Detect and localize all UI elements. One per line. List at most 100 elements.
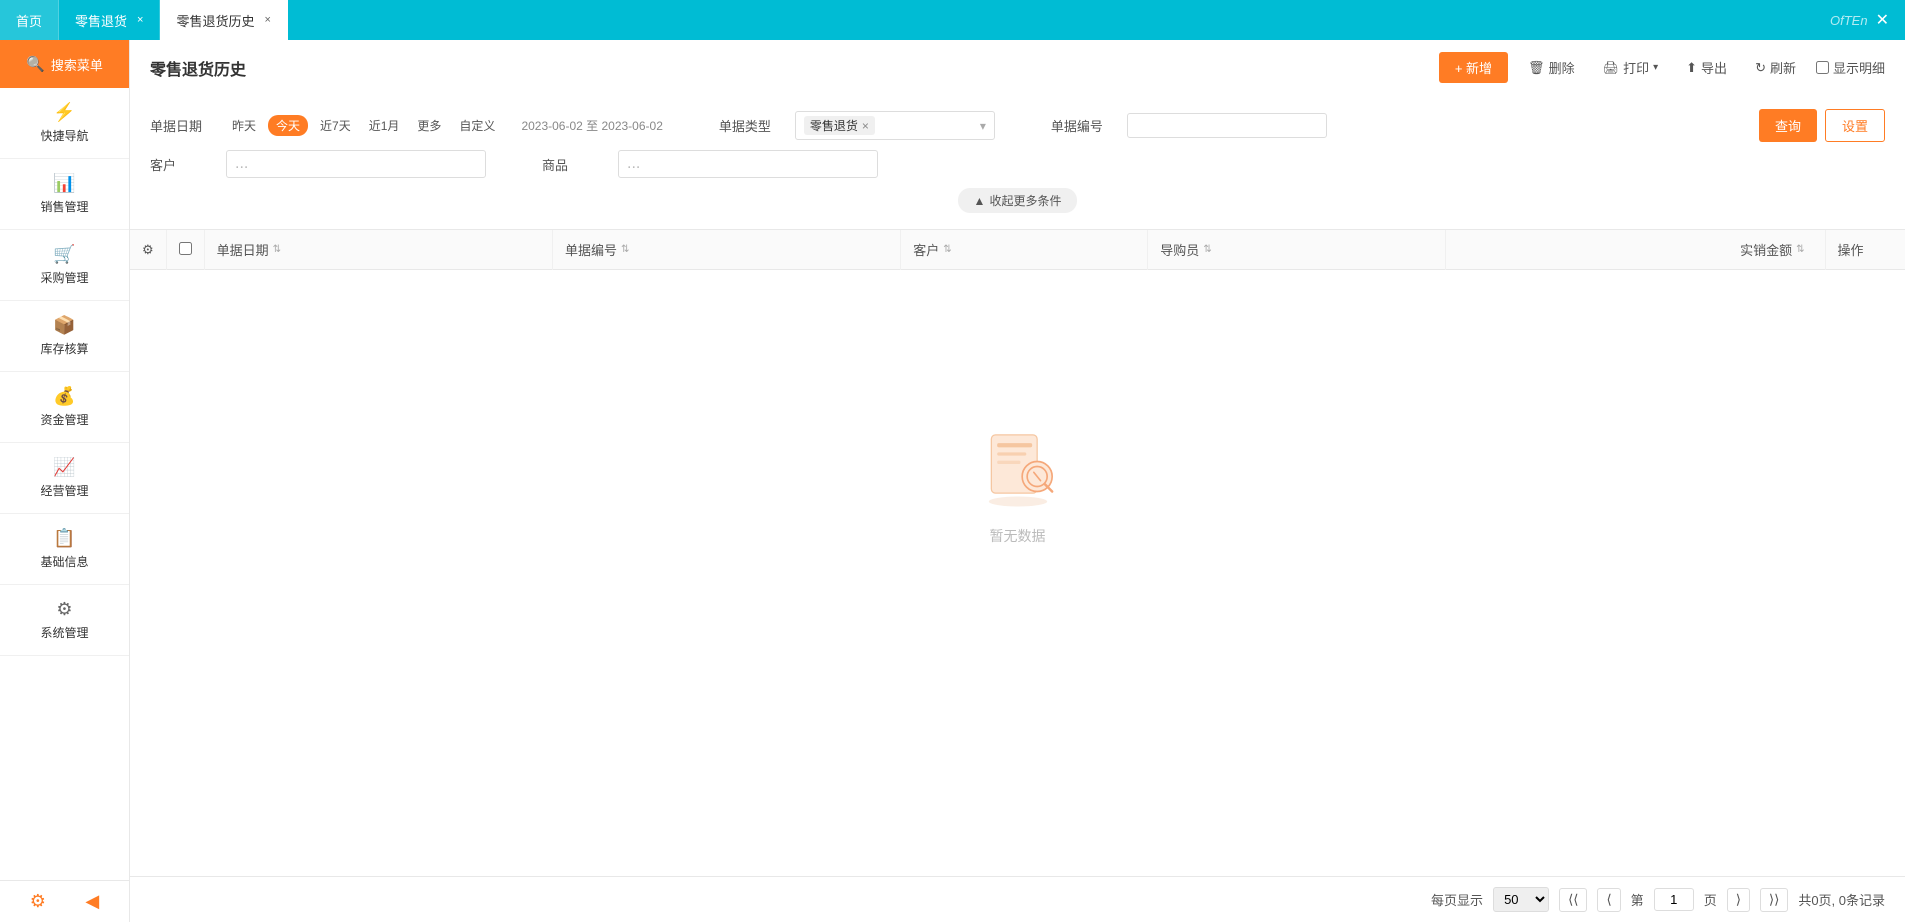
customer-label: 客户 bbox=[150, 155, 210, 174]
tab-retail-return-history[interactable]: 零售退货历史 × bbox=[160, 0, 287, 40]
th-customer: 客户 ⇅ bbox=[901, 230, 1148, 270]
sidebar-bottom: ⚙ ◀ bbox=[0, 880, 129, 922]
inventory-icon: 📦 bbox=[53, 315, 75, 336]
export-icon: ⬆ bbox=[1686, 60, 1697, 76]
delete-button[interactable]: 🗑 删除 bbox=[1520, 54, 1583, 81]
pagination-bar: 每页显示 50 20 100 200 ⟨⟨ ⟨ 第 页 ⟩ ⟩⟩ 共0页, 0条… bbox=[130, 876, 1905, 922]
sidebar-item-sales-mgmt[interactable]: 📊 销售管理 bbox=[0, 159, 129, 230]
tab-retail-return-history-close[interactable]: × bbox=[264, 14, 270, 26]
tab-home-label: 首页 bbox=[16, 11, 42, 30]
sidebar-item-purchase-mgmt-label: 采购管理 bbox=[40, 269, 88, 286]
sidebar-collapse-icon[interactable]: ◀ bbox=[85, 891, 99, 912]
sidebar-settings-icon[interactable]: ⚙ bbox=[30, 891, 46, 912]
refresh-button[interactable]: ↻ 刷新 bbox=[1747, 54, 1804, 81]
basic-info-icon: 📋 bbox=[53, 528, 75, 549]
collapse-button[interactable]: ▲ 收起更多条件 bbox=[958, 188, 1078, 213]
sidebar-search-label: 搜索菜单 bbox=[51, 55, 103, 74]
table-settings-icon[interactable]: ⚙ bbox=[142, 242, 154, 257]
sidebar-item-basic-info-label: 基础信息 bbox=[40, 553, 88, 570]
sidebar-item-system-mgmt[interactable]: ⚙ 系统管理 bbox=[0, 585, 129, 656]
th-date-label: 单据日期 bbox=[217, 240, 269, 259]
th-customer-label: 客户 bbox=[913, 240, 939, 259]
th-guide-label: 导购员 bbox=[1160, 240, 1199, 259]
finance-icon: 💰 bbox=[53, 386, 75, 407]
page-size-select[interactable]: 50 20 100 200 bbox=[1493, 887, 1549, 912]
page-number-input[interactable] bbox=[1654, 888, 1694, 911]
page-first-button[interactable]: ⟨⟨ bbox=[1559, 888, 1587, 912]
goods-select[interactable]: ... bbox=[618, 150, 878, 178]
search-icon: 🔍 bbox=[26, 55, 45, 73]
page-header: 零售退货历史 + 新增 🗑 删除 🖨 打印 ▾ ⬆ 导出 bbox=[130, 40, 1905, 230]
page-prev-button[interactable]: ⟨ bbox=[1597, 888, 1620, 912]
date-range-display: 2023-06-02 至 2023-06-02 bbox=[521, 117, 662, 134]
th-guide-sort-icon[interactable]: ⇅ bbox=[1203, 244, 1211, 255]
sidebar-item-operations[interactable]: 📈 经营管理 bbox=[0, 443, 129, 514]
watermark-text: OfTEn bbox=[1830, 13, 1868, 28]
settings-button[interactable]: 设置 bbox=[1825, 109, 1885, 142]
print-button[interactable]: 🖨 打印 ▾ bbox=[1595, 54, 1667, 81]
operations-icon: 📈 bbox=[53, 457, 75, 478]
doc-num-input[interactable] bbox=[1127, 113, 1327, 138]
page-unit: 页 bbox=[1704, 890, 1717, 909]
th-num: 单据编号 ⇅ bbox=[552, 230, 900, 270]
date-custom[interactable]: 自定义 bbox=[453, 115, 501, 136]
page-last-button[interactable]: ⟩⟩ bbox=[1760, 888, 1788, 912]
sidebar-item-basic-info[interactable]: 📋 基础信息 bbox=[0, 514, 129, 585]
th-num-sort-icon[interactable]: ⇅ bbox=[621, 244, 629, 255]
show-detail-checkbox[interactable] bbox=[1816, 61, 1829, 74]
th-date-sort-icon[interactable]: ⇅ bbox=[273, 244, 281, 255]
sidebar-search[interactable]: 🔍 搜索菜单 bbox=[0, 40, 129, 88]
sidebar-item-inventory[interactable]: 📦 库存核算 bbox=[0, 301, 129, 372]
export-button[interactable]: ⬆ 导出 bbox=[1678, 54, 1735, 81]
doc-type-remove[interactable]: × bbox=[862, 119, 869, 133]
page-next-button[interactable]: ⟩ bbox=[1727, 888, 1750, 912]
delete-icon: 🗑 bbox=[1528, 60, 1545, 76]
date-yesterday[interactable]: 昨天 bbox=[226, 115, 262, 136]
th-guide: 导购员 ⇅ bbox=[1148, 230, 1446, 270]
doc-type-select[interactable]: 零售退货 × ▾ bbox=[795, 111, 995, 140]
show-detail-checkbox-wrap[interactable]: 显示明细 bbox=[1816, 58, 1885, 77]
page-title-row: 零售退货历史 + 新增 🗑 删除 🖨 打印 ▾ ⬆ 导出 bbox=[150, 52, 1885, 83]
filter-row-2: 客户 ... 商品 ... bbox=[150, 146, 1885, 182]
data-table: ⚙ 单据日期 ⇅ bbox=[130, 230, 1905, 270]
filter-area: 单据日期 昨天 今天 近7天 近1月 更多 自定义 2023-06-02 至 2… bbox=[150, 95, 1885, 229]
select-all-checkbox[interactable] bbox=[179, 242, 192, 255]
date-more[interactable]: 更多 bbox=[411, 115, 447, 136]
sidebar-item-operations-label: 经营管理 bbox=[40, 482, 88, 499]
doc-type-tag: 零售退货 × bbox=[804, 116, 875, 135]
sidebar-item-quick-nav[interactable]: ⚡ 快捷导航 bbox=[0, 88, 129, 159]
th-customer-sort-icon[interactable]: ⇅ bbox=[943, 244, 951, 255]
sidebar-item-finance[interactable]: 💰 资金管理 bbox=[0, 372, 129, 443]
tab-retail-return-label: 零售退货 bbox=[75, 11, 127, 30]
query-button[interactable]: 查询 bbox=[1759, 109, 1817, 142]
new-button[interactable]: + 新增 bbox=[1439, 52, 1508, 83]
sidebar-item-purchase-mgmt[interactable]: 🛒 采购管理 bbox=[0, 230, 129, 301]
doc-type-value: 零售退货 bbox=[810, 117, 858, 134]
customer-select[interactable]: ... bbox=[226, 150, 486, 178]
th-num-label: 单据编号 bbox=[565, 240, 617, 259]
sidebar: 🔍 搜索菜单 ⚡ 快捷导航 📊 销售管理 🛒 采购管理 📦 库存核算 💰 bbox=[0, 40, 130, 922]
tab-retail-return[interactable]: 零售退货 × bbox=[59, 0, 160, 40]
print-label: 打印 bbox=[1623, 58, 1649, 77]
filter-row-1: 单据日期 昨天 今天 近7天 近1月 更多 自定义 2023-06-02 至 2… bbox=[150, 105, 1885, 146]
top-tab-bar: 首页 零售退货 × 零售退货历史 × OfTEn ✕ bbox=[0, 0, 1905, 40]
tab-retail-return-close[interactable]: × bbox=[137, 14, 143, 26]
tab-home[interactable]: 首页 bbox=[0, 0, 59, 40]
customer-placeholder: ... bbox=[235, 155, 248, 173]
purchase-mgmt-icon: 🛒 bbox=[53, 244, 75, 265]
top-bar-close-icon[interactable]: ✕ bbox=[1876, 10, 1889, 30]
th-settings: ⚙ bbox=[130, 230, 166, 270]
th-amount-sort-icon[interactable]: ⇅ bbox=[1796, 244, 1804, 255]
refresh-icon: ↻ bbox=[1755, 60, 1766, 76]
table-container: ⚙ 单据日期 ⇅ bbox=[130, 230, 1905, 876]
page-title: 零售退货历史 bbox=[150, 56, 246, 80]
date-today[interactable]: 今天 bbox=[268, 115, 308, 136]
date-1month[interactable]: 近1月 bbox=[363, 115, 406, 136]
sales-mgmt-icon: 📊 bbox=[53, 173, 75, 194]
empty-text: 暂无数据 bbox=[990, 526, 1046, 546]
date-7days[interactable]: 近7天 bbox=[314, 115, 357, 136]
date-label: 单据日期 bbox=[150, 116, 210, 135]
page-label: 第 bbox=[1631, 890, 1644, 909]
show-detail-label: 显示明细 bbox=[1833, 58, 1885, 77]
table-header-row: ⚙ 单据日期 ⇅ bbox=[130, 230, 1905, 270]
